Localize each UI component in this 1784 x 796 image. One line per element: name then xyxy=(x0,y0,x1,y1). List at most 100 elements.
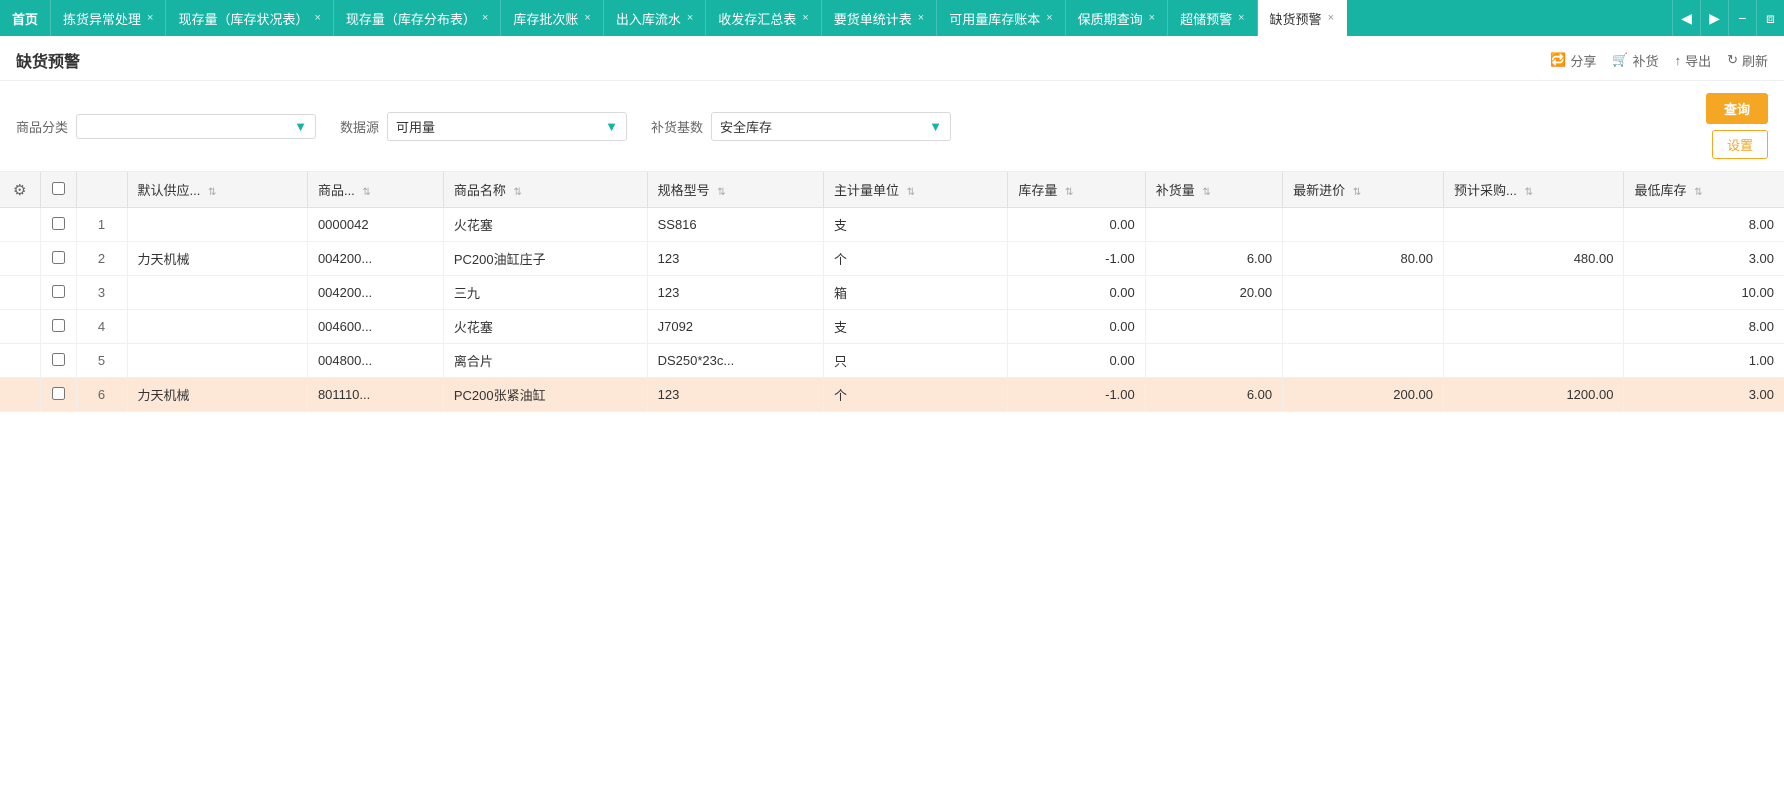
tab-item-8[interactable]: 可用量库存账本 × xyxy=(937,0,1065,36)
tab-close-11[interactable]: × xyxy=(1328,12,1334,24)
refresh-icon: ↻ xyxy=(1727,52,1738,68)
row-latest-price-0 xyxy=(1283,208,1444,242)
tab-close-9[interactable]: × xyxy=(1149,12,1155,24)
tab-item-2[interactable]: 现存量（库存状况表）× xyxy=(166,0,333,36)
row-settings-4 xyxy=(0,344,40,378)
th-replenish-qty-label: 补货量 xyxy=(1156,183,1195,198)
tab-close-4[interactable]: × xyxy=(584,12,590,24)
row-checkbox-0[interactable] xyxy=(52,217,65,230)
row-checkbox-4[interactable] xyxy=(52,353,65,366)
row-code-3: 004600... xyxy=(307,310,443,344)
query-button[interactable]: 查询 xyxy=(1706,93,1768,124)
tab-item-0[interactable]: 首页 xyxy=(0,0,51,36)
row-num-3: 4 xyxy=(76,310,127,344)
row-num-0: 1 xyxy=(76,208,127,242)
row-checkbox-2[interactable] xyxy=(52,285,65,298)
tab-next-btn[interactable]: ▶ xyxy=(1700,0,1728,36)
row-checkbox-cell-1[interactable] xyxy=(40,242,76,276)
tab-close-10[interactable]: × xyxy=(1238,12,1244,24)
table-header-row: ⚙ 默认供应... ⇅ 商品... ⇅ 商品名称 xyxy=(0,172,1784,208)
row-checkbox-cell-5[interactable] xyxy=(40,378,76,412)
row-latest-price-1: 80.00 xyxy=(1283,242,1444,276)
row-checkbox-cell-3[interactable] xyxy=(40,310,76,344)
row-checkbox-cell-2[interactable] xyxy=(40,276,76,310)
row-min-stock-4: 1.00 xyxy=(1624,344,1784,378)
replenish-btn[interactable]: 🛒 补货 xyxy=(1612,51,1658,70)
tab-item-10[interactable]: 超储预警× xyxy=(1168,0,1257,36)
row-supplier-3 xyxy=(127,310,307,344)
tab-item-11[interactable]: 缺货预警× xyxy=(1258,0,1347,36)
th-replenish-qty[interactable]: 补货量 ⇅ xyxy=(1145,172,1282,208)
tab-close-6[interactable]: × xyxy=(802,12,808,24)
row-settings-0 xyxy=(0,208,40,242)
tab-close-btn[interactable]: − xyxy=(1728,0,1756,36)
row-checkbox-5[interactable] xyxy=(52,387,65,400)
row-name-5: PC200张紧油缸 xyxy=(443,378,647,412)
tab-item-1[interactable]: 拣货异常处理× xyxy=(51,0,166,36)
settings-button[interactable]: 设置 xyxy=(1712,130,1768,159)
replenish-select[interactable]: 安全库存 ▼ xyxy=(711,112,951,141)
tab-item-3[interactable]: 现存量（库存分布表）× xyxy=(334,0,501,36)
th-est-purchase[interactable]: 预计采购... ⇅ xyxy=(1444,172,1624,208)
table-row: 6 力天机械 801110... PC200张紧油缸 123 个 -1.00 6… xyxy=(0,378,1784,412)
category-select[interactable]: ▼ xyxy=(76,114,316,139)
row-checkbox-3[interactable] xyxy=(52,319,65,332)
tab-expand-btn[interactable]: ⧈ xyxy=(1756,0,1784,36)
tab-close-2[interactable]: × xyxy=(314,12,320,24)
tab-item-7[interactable]: 要货单统计表× xyxy=(822,0,937,36)
share-btn[interactable]: 🔁 分享 xyxy=(1550,51,1596,70)
row-min-stock-3: 8.00 xyxy=(1624,310,1784,344)
tab-item-5[interactable]: 出入库流水× xyxy=(604,0,706,36)
tab-item-9[interactable]: 保质期查询× xyxy=(1066,0,1168,36)
sort-icon-unit: ⇅ xyxy=(907,187,915,198)
tab-bar: 首页拣货异常处理×现存量（库存状况表）×现存量（库存分布表）×库存批次账×出入库… xyxy=(0,0,1784,36)
th-latest-price[interactable]: 最新进价 ⇅ xyxy=(1283,172,1444,208)
th-checkbox[interactable] xyxy=(40,172,76,208)
th-spec-label: 规格型号 xyxy=(658,183,710,198)
sort-icon-code: ⇅ xyxy=(362,187,370,198)
gear-icon[interactable]: ⚙ xyxy=(13,182,26,199)
row-replenish-qty-0 xyxy=(1145,208,1282,242)
category-label: 商品分类 xyxy=(16,117,68,136)
export-btn[interactable]: ↑ 导出 xyxy=(1675,51,1712,70)
sort-icon-price: ⇅ xyxy=(1353,187,1361,198)
th-stock[interactable]: 库存量 ⇅ xyxy=(1008,172,1145,208)
replenish-filter-group: 补货基数 安全库存 ▼ xyxy=(651,112,951,141)
th-spec[interactable]: 规格型号 ⇅ xyxy=(647,172,823,208)
row-settings-3 xyxy=(0,310,40,344)
tab-close-1[interactable]: × xyxy=(147,12,153,24)
tab-close-3[interactable]: × xyxy=(482,12,488,24)
th-product-name[interactable]: 商品名称 ⇅ xyxy=(443,172,647,208)
row-unit-5: 个 xyxy=(823,378,1007,412)
row-checkbox-cell-4[interactable] xyxy=(40,344,76,378)
th-product-code[interactable]: 商品... ⇅ xyxy=(307,172,443,208)
th-min-stock[interactable]: 最低库存 ⇅ xyxy=(1624,172,1784,208)
row-checkbox-cell-0[interactable] xyxy=(40,208,76,242)
table-row: 2 力天机械 004200... PC200油缸庄子 123 个 -1.00 6… xyxy=(0,242,1784,276)
tab-close-8[interactable]: × xyxy=(1046,12,1052,24)
row-stock-2: 0.00 xyxy=(1008,276,1145,310)
datasource-select[interactable]: 可用量 ▼ xyxy=(387,112,627,141)
sort-icon-stock: ⇅ xyxy=(1065,187,1073,198)
tab-prev-btn[interactable]: ◀ xyxy=(1672,0,1700,36)
row-spec-2: 123 xyxy=(647,276,823,310)
th-unit[interactable]: 主计量单位 ⇅ xyxy=(823,172,1007,208)
select-all-checkbox[interactable] xyxy=(52,182,65,195)
row-stock-0: 0.00 xyxy=(1008,208,1145,242)
row-latest-price-4 xyxy=(1283,344,1444,378)
th-settings[interactable]: ⚙ xyxy=(0,172,40,208)
filter-row: 商品分类 ▼ 数据源 可用量 ▼ 补货基数 安全库存 ▼ 查询 设置 xyxy=(0,81,1784,172)
refresh-btn[interactable]: ↻ 刷新 xyxy=(1727,51,1768,70)
tab-item-4[interactable]: 库存批次账× xyxy=(501,0,603,36)
tab-label-8: 可用量库存账本 xyxy=(949,9,1040,28)
row-replenish-qty-5: 6.00 xyxy=(1145,378,1282,412)
sort-icon-replenish: ⇅ xyxy=(1202,187,1210,198)
replenish-label: 补货基数 xyxy=(651,117,703,136)
row-checkbox-1[interactable] xyxy=(52,251,65,264)
tab-item-6[interactable]: 收发存汇总表× xyxy=(706,0,821,36)
tab-close-7[interactable]: × xyxy=(918,12,924,24)
table-row: 4 004600... 火花塞 J7092 支 0.00 8.00 xyxy=(0,310,1784,344)
th-row-num xyxy=(76,172,127,208)
tab-close-5[interactable]: × xyxy=(687,12,693,24)
th-default-supplier[interactable]: 默认供应... ⇅ xyxy=(127,172,307,208)
